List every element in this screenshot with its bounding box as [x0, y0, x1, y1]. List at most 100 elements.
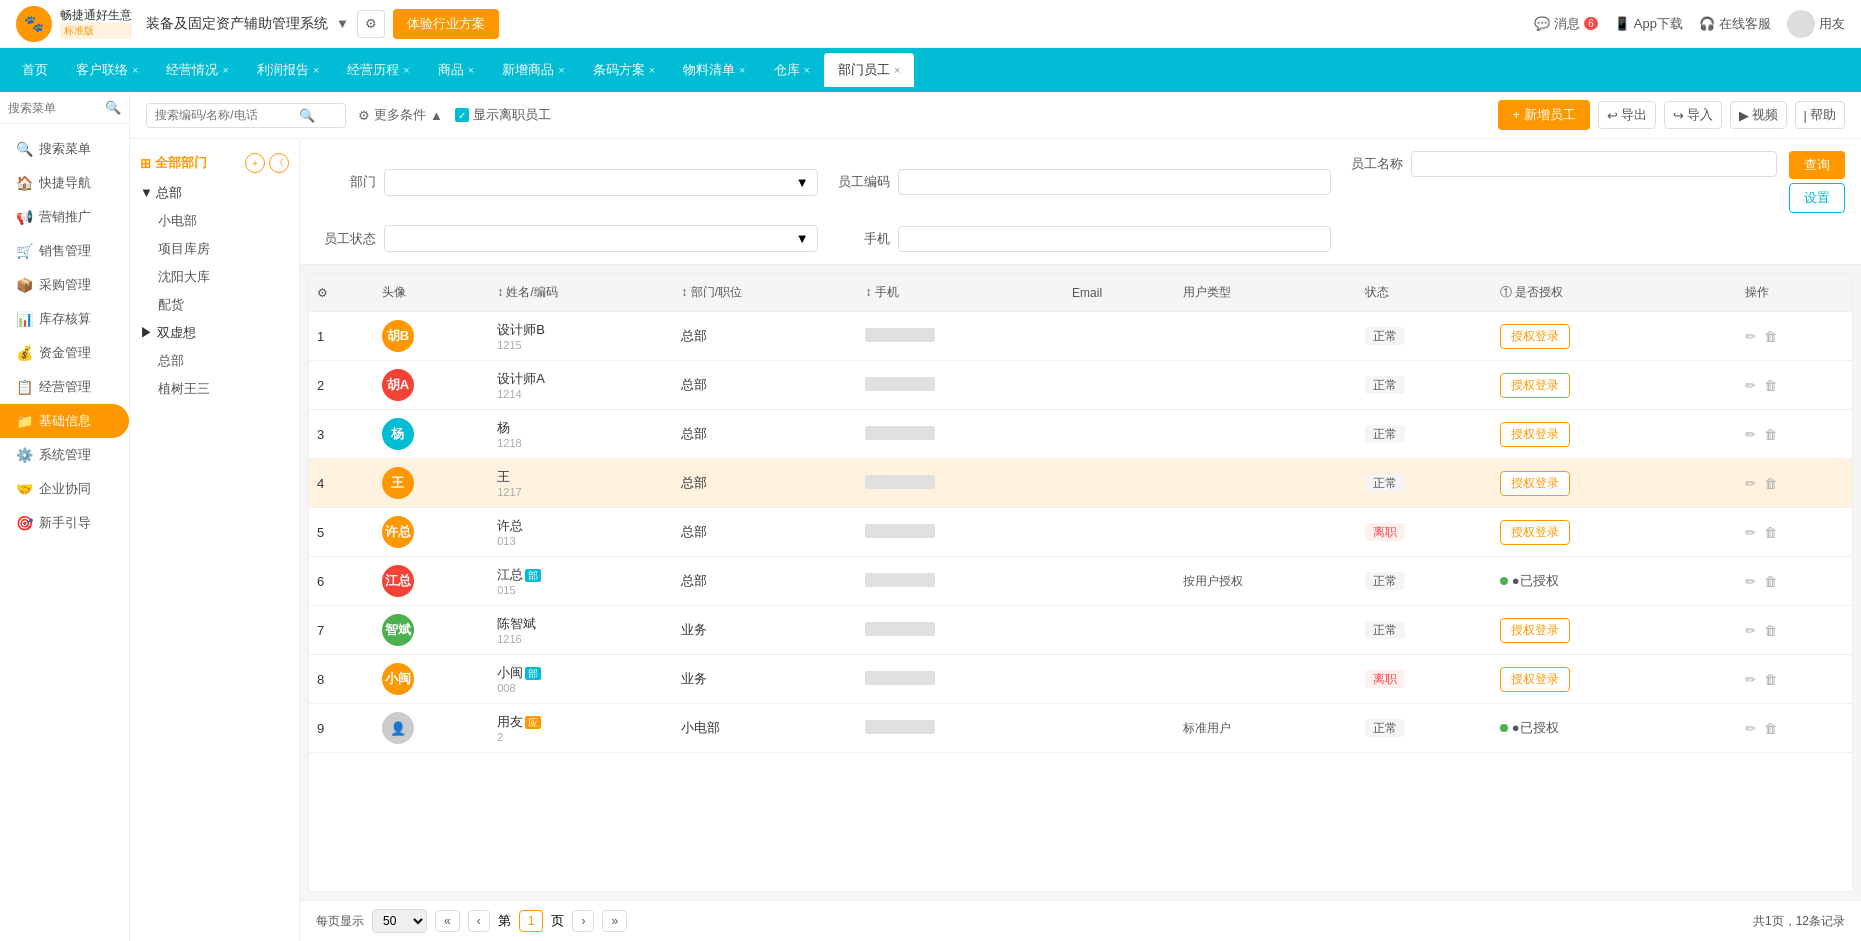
dept-node-delivery[interactable]: 配货	[130, 291, 299, 319]
tab-history[interactable]: 经营历程×	[333, 53, 423, 87]
delete-btn[interactable]: 🗑	[1764, 378, 1777, 393]
auth-login-btn[interactable]: 授权登录	[1500, 373, 1570, 398]
dept-node-hq[interactable]: ▼ 总部	[130, 179, 299, 207]
edit-btn[interactable]: ✏	[1745, 623, 1756, 638]
delete-btn[interactable]: 🗑	[1764, 623, 1777, 638]
tab-operation[interactable]: 经营情况×	[152, 53, 242, 87]
delete-btn[interactable]: 🗑	[1764, 721, 1777, 736]
message-button[interactable]: 💬 消息 6	[1534, 15, 1598, 33]
tab-barcode[interactable]: 条码方案×	[579, 53, 669, 87]
dept-node-shenyang[interactable]: 沈阳大库	[130, 263, 299, 291]
edit-btn[interactable]: ✏	[1745, 574, 1756, 589]
edit-btn[interactable]: ✏	[1745, 378, 1756, 393]
dept-node-shuangxu[interactable]: ▶ 双虚想	[130, 319, 299, 347]
edit-btn[interactable]: ✏	[1745, 476, 1756, 491]
delete-btn[interactable]: 🗑	[1764, 672, 1777, 687]
dept-filter-select[interactable]: ▼	[384, 169, 818, 196]
tab-profit[interactable]: 利润报告×	[243, 53, 333, 87]
export-button[interactable]: ↩ 导出	[1598, 101, 1656, 129]
emp-status-filter-select[interactable]: ▼	[384, 225, 818, 252]
online-service-button[interactable]: 🎧 在线客服	[1699, 15, 1771, 33]
col-phone[interactable]: ↕ 手机	[857, 274, 1064, 312]
tab-warehouse-close[interactable]: ×	[804, 64, 810, 76]
dept-node-trees[interactable]: 植树王三	[130, 375, 299, 403]
dept-node-project[interactable]: 项目库房	[130, 235, 299, 263]
cell-auth[interactable]: 授权登录	[1492, 655, 1699, 704]
sidebar-item-marketing[interactable]: 📢营销推广	[0, 200, 129, 234]
dept-add-btn[interactable]: +	[245, 153, 265, 173]
edit-btn[interactable]: ✏	[1745, 721, 1756, 736]
sidebar-search-input[interactable]	[8, 101, 101, 115]
gear-button[interactable]: ⚙	[357, 10, 385, 38]
col-dept[interactable]: ↕ 部门/职位	[673, 274, 857, 312]
col-settings[interactable]: ⚙	[309, 274, 374, 312]
dept-node-hq2[interactable]: 总部	[130, 347, 299, 375]
sidebar-item-guide[interactable]: 🎯新手引导	[0, 506, 129, 540]
tab-profit-close[interactable]: ×	[313, 64, 319, 76]
sidebar-item-search[interactable]: 🔍搜索菜单	[0, 132, 129, 166]
delete-btn[interactable]: 🗑	[1764, 329, 1777, 344]
sidebar-item-finance[interactable]: 💰资金管理	[0, 336, 129, 370]
set-button[interactable]: 设置	[1789, 183, 1845, 213]
user-area[interactable]: 用友	[1787, 10, 1845, 38]
tab-warehouse[interactable]: 仓库×	[760, 53, 824, 87]
auth-login-btn[interactable]: 授权登录	[1500, 324, 1570, 349]
tab-add-goods[interactable]: 新增商品×	[488, 53, 578, 87]
auth-login-btn[interactable]: 授权登录	[1500, 520, 1570, 545]
tab-history-close[interactable]: ×	[403, 64, 409, 76]
tab-dept-staff[interactable]: 部门员工×	[824, 53, 914, 87]
auth-login-btn[interactable]: 授权登录	[1500, 667, 1570, 692]
show-resign-checkbox[interactable]: ✓	[455, 108, 469, 122]
cell-auth[interactable]: 授权登录	[1492, 361, 1699, 410]
tab-goods-close[interactable]: ×	[468, 64, 474, 76]
tab-bom-close[interactable]: ×	[739, 64, 745, 76]
sidebar-item-system[interactable]: ⚙️系统管理	[0, 438, 129, 472]
add-employee-button[interactable]: + 新增员工	[1498, 100, 1589, 130]
cell-auth[interactable]: 授权登录	[1492, 312, 1699, 361]
cell-auth[interactable]: 授权登录	[1492, 410, 1699, 459]
last-page-btn[interactable]: »	[602, 910, 627, 932]
more-conditions-btn[interactable]: ⚙ 更多条件 ▲	[358, 106, 443, 124]
tab-dept-staff-close[interactable]: ×	[894, 64, 900, 76]
edit-btn[interactable]: ✏	[1745, 329, 1756, 344]
emp-name-filter-input[interactable]	[1411, 151, 1777, 177]
help-button[interactable]: | 帮助	[1795, 101, 1845, 129]
view-button[interactable]: ▶ 视频	[1730, 101, 1787, 129]
cell-auth[interactable]: 授权登录	[1492, 508, 1699, 557]
tab-home[interactable]: 首页	[8, 53, 62, 87]
dept-collapse-btn[interactable]: 《	[269, 153, 289, 173]
import-button[interactable]: ↪ 导入	[1664, 101, 1722, 129]
sidebar-item-nav[interactable]: 🏠快捷导航	[0, 166, 129, 200]
prev-page-btn[interactable]: ‹	[468, 910, 490, 932]
edit-btn[interactable]: ✏	[1745, 525, 1756, 540]
delete-btn[interactable]: 🗑	[1764, 574, 1777, 589]
delete-btn[interactable]: 🗑	[1764, 427, 1777, 442]
cell-auth[interactable]: 授权登录	[1492, 606, 1699, 655]
auth-login-btn[interactable]: 授权登录	[1500, 422, 1570, 447]
tab-bom[interactable]: 物料清单×	[669, 53, 759, 87]
sidebar-item-sales[interactable]: 🛒销售管理	[0, 234, 129, 268]
sidebar-item-inventory[interactable]: 📊库存核算	[0, 302, 129, 336]
edit-btn[interactable]: ✏	[1745, 672, 1756, 687]
tab-add-goods-close[interactable]: ×	[558, 64, 564, 76]
header-dropdown-icon[interactable]: ▼	[336, 16, 349, 31]
delete-btn[interactable]: 🗑	[1764, 525, 1777, 540]
sidebar-item-collab[interactable]: 🤝企业协同	[0, 472, 129, 506]
sidebar-item-basic[interactable]: 📁基础信息	[0, 404, 129, 438]
tab-customer[interactable]: 客户联络×	[62, 53, 152, 87]
tab-barcode-close[interactable]: ×	[649, 64, 655, 76]
page-size-select[interactable]: 50 20 100	[372, 909, 427, 933]
edit-btn[interactable]: ✏	[1745, 427, 1756, 442]
tab-operation-close[interactable]: ×	[222, 64, 228, 76]
dept-node-small-elec[interactable]: 小电部	[130, 207, 299, 235]
col-name[interactable]: ↕ 姓名/编码	[489, 274, 673, 312]
phone-filter-input[interactable]	[898, 226, 1332, 252]
tab-goods[interactable]: 商品×	[424, 53, 488, 87]
query-button[interactable]: 查询	[1789, 151, 1845, 179]
next-page-btn[interactable]: ›	[572, 910, 594, 932]
emp-code-filter-input[interactable]	[898, 169, 1332, 195]
show-resign-wrap[interactable]: ✓ 显示离职员工	[455, 106, 551, 124]
auth-login-btn[interactable]: 授权登录	[1500, 471, 1570, 496]
trial-button[interactable]: 体验行业方案	[393, 9, 499, 39]
sidebar-item-purchase[interactable]: 📦采购管理	[0, 268, 129, 302]
